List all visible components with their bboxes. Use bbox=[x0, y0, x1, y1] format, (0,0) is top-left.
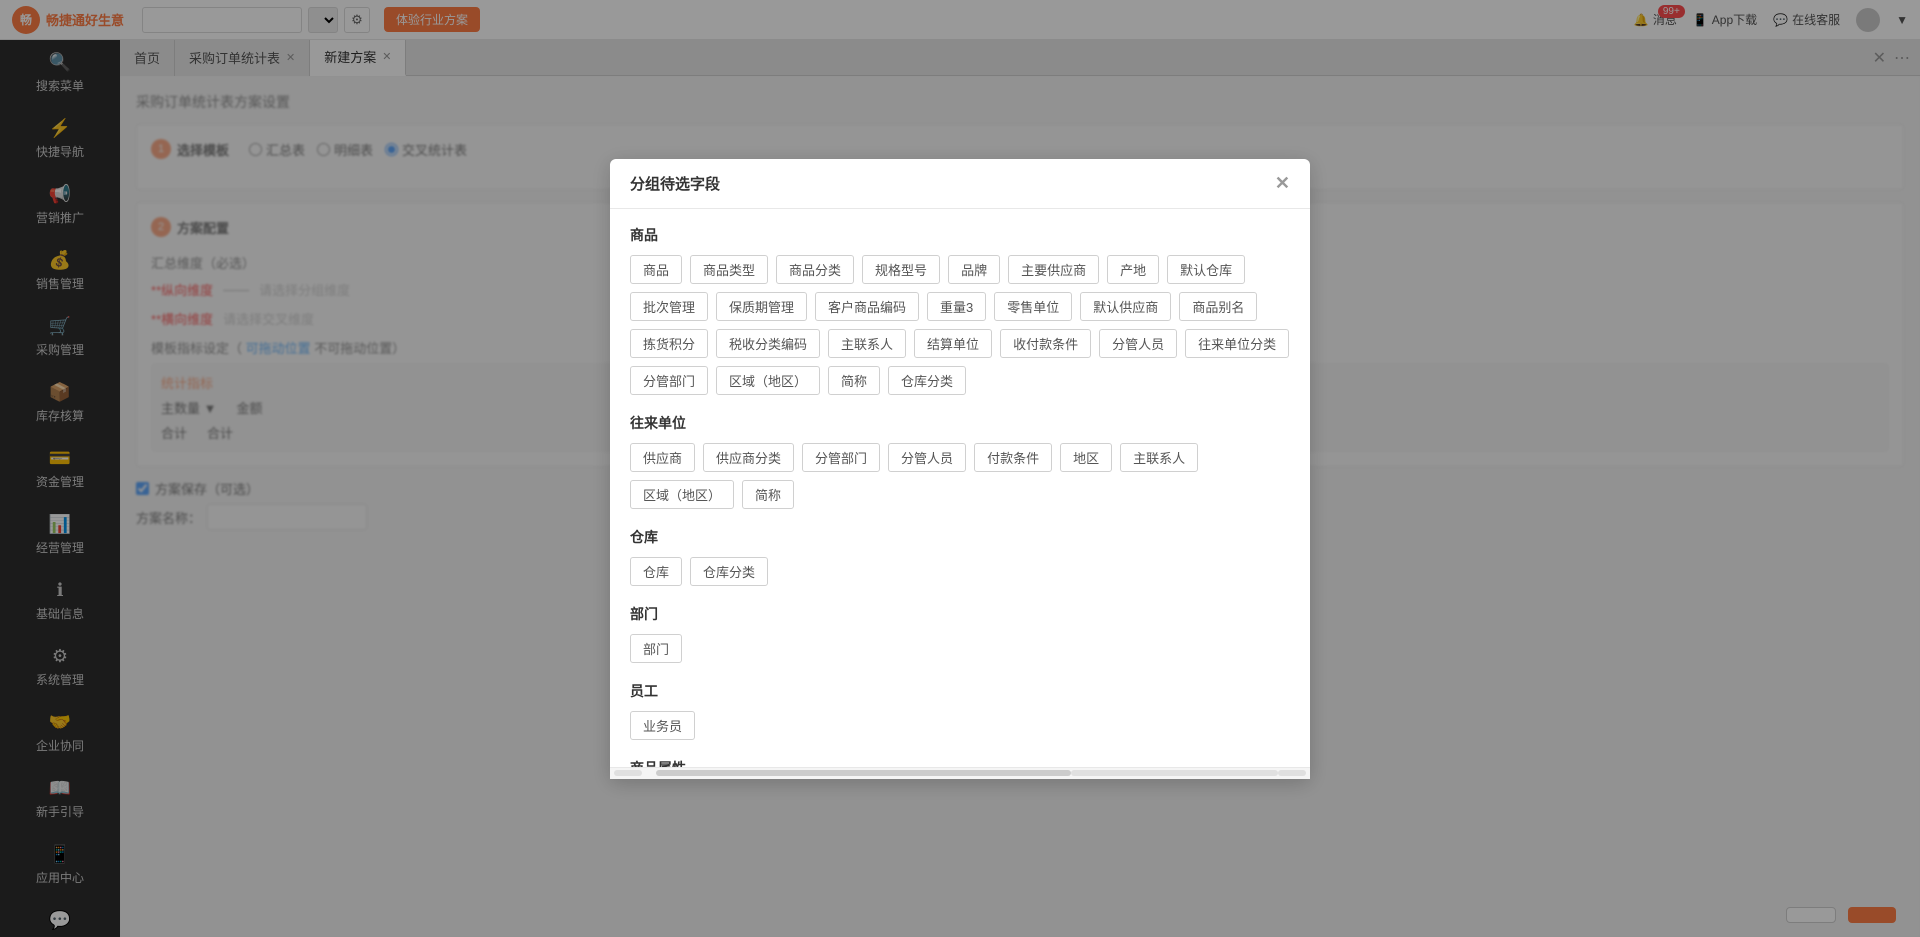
modal-overlay: 分组待选字段 ✕ 商品商品商品类型商品分类规格型号品牌主要供应商产地默认仓库批次… bbox=[0, 0, 1920, 937]
field-tag-批次管理[interactable]: 批次管理 bbox=[630, 292, 708, 321]
field-tag-简称[interactable]: 简称 bbox=[742, 480, 794, 509]
field-tag-地区[interactable]: 地区 bbox=[1060, 443, 1112, 472]
field-section-title-product-attr: 商品属性 bbox=[630, 758, 1290, 768]
field-section-product-attr: 商品属性属性颜色多规格尺码鞋码1 bbox=[630, 758, 1290, 768]
field-tag-供应商分类[interactable]: 供应商分类 bbox=[703, 443, 794, 472]
field-section-employee: 员工业务员 bbox=[630, 681, 1290, 740]
field-tags-counterpart: 供应商供应商分类分管部门分管人员付款条件地区主联系人区域（地区） 简称 bbox=[630, 443, 1290, 509]
field-section-title-employee: 员工 bbox=[630, 681, 1290, 701]
field-section-department: 部门部门 bbox=[630, 604, 1290, 663]
field-tag-规格型号[interactable]: 规格型号 bbox=[862, 255, 940, 284]
field-tag-重量3[interactable]: 重量3 bbox=[927, 292, 986, 321]
field-tag-主联系人[interactable]: 主联系人 bbox=[1120, 443, 1198, 472]
field-tag-商品类型[interactable]: 商品类型 bbox=[690, 255, 768, 284]
field-tag-分管部门[interactable]: 分管部门 bbox=[630, 366, 708, 395]
field-tag-主联系人[interactable]: 主联系人 bbox=[828, 329, 906, 358]
field-tag-默认供应商[interactable]: 默认供应商 bbox=[1080, 292, 1171, 321]
field-tag-产地[interactable]: 产地 bbox=[1107, 255, 1159, 284]
field-section-title-department: 部门 bbox=[630, 604, 1290, 624]
field-tags-employee: 业务员 bbox=[630, 711, 1290, 740]
field-section-title-goods: 商品 bbox=[630, 225, 1290, 245]
field-section-counterpart: 往来单位供应商供应商分类分管部门分管人员付款条件地区主联系人区域（地区） 简称 bbox=[630, 413, 1290, 509]
field-tag-收付款条件[interactable]: 收付款条件 bbox=[1000, 329, 1091, 358]
modal-title: 分组待选字段 bbox=[630, 173, 720, 194]
field-tag-商品别名[interactable]: 商品别名 bbox=[1179, 292, 1257, 321]
field-tag-税收分类编码[interactable]: 税收分类编码 bbox=[716, 329, 820, 358]
field-tag-简称[interactable]: 简称 bbox=[828, 366, 880, 395]
field-tag-分管人员[interactable]: 分管人员 bbox=[1099, 329, 1177, 358]
field-section-warehouse: 仓库仓库仓库分类 bbox=[630, 527, 1290, 586]
field-tag-零售单位[interactable]: 零售单位 bbox=[994, 292, 1072, 321]
modal-dialog: 分组待选字段 ✕ 商品商品商品类型商品分类规格型号品牌主要供应商产地默认仓库批次… bbox=[610, 159, 1310, 779]
field-tags-warehouse: 仓库仓库分类 bbox=[630, 557, 1290, 586]
field-tag-结算单位[interactable]: 结算单位 bbox=[914, 329, 992, 358]
field-tag-商品分类[interactable]: 商品分类 bbox=[776, 255, 854, 284]
modal-close-btn[interactable]: ✕ bbox=[1275, 174, 1290, 192]
field-tag-区域（地区）[interactable]: 区域（地区） bbox=[630, 480, 734, 509]
field-tag-拣货积分[interactable]: 拣货积分 bbox=[630, 329, 708, 358]
field-tag-区域（地区）[interactable]: 区域（地区） bbox=[716, 366, 820, 395]
field-tag-业务员[interactable]: 业务员 bbox=[630, 711, 695, 740]
field-section-title-warehouse: 仓库 bbox=[630, 527, 1290, 547]
field-tag-仓库分类[interactable]: 仓库分类 bbox=[690, 557, 768, 586]
field-section-goods: 商品商品商品类型商品分类规格型号品牌主要供应商产地默认仓库批次管理保质期管理客户… bbox=[630, 225, 1290, 395]
modal-bottom-scrollbar[interactable] bbox=[610, 767, 1310, 778]
field-tag-品牌[interactable]: 品牌 bbox=[948, 255, 1000, 284]
field-tag-分管部门[interactable]: 分管部门 bbox=[802, 443, 880, 472]
field-tag-仓库[interactable]: 仓库 bbox=[630, 557, 682, 586]
field-section-title-counterpart: 往来单位 bbox=[630, 413, 1290, 433]
field-tag-付款条件[interactable]: 付款条件 bbox=[974, 443, 1052, 472]
modal-header: 分组待选字段 ✕ bbox=[610, 159, 1310, 209]
field-tag-仓库分类[interactable]: 仓库分类 bbox=[888, 366, 966, 395]
field-tags-department: 部门 bbox=[630, 634, 1290, 663]
field-tag-分管人员[interactable]: 分管人员 bbox=[888, 443, 966, 472]
field-tags-goods: 商品商品类型商品分类规格型号品牌主要供应商产地默认仓库批次管理保质期管理客户商品… bbox=[630, 255, 1290, 395]
field-tag-供应商[interactable]: 供应商 bbox=[630, 443, 695, 472]
field-tag-客户商品编码[interactable]: 客户商品编码 bbox=[815, 292, 919, 321]
modal-body[interactable]: 商品商品商品类型商品分类规格型号品牌主要供应商产地默认仓库批次管理保质期管理客户… bbox=[610, 209, 1310, 768]
field-tag-主要供应商[interactable]: 主要供应商 bbox=[1008, 255, 1099, 284]
field-tag-往来单位分类[interactable]: 往来单位分类 bbox=[1185, 329, 1289, 358]
field-tag-默认仓库[interactable]: 默认仓库 bbox=[1167, 255, 1245, 284]
horizontal-scrollbar-thumb[interactable] bbox=[656, 770, 1071, 776]
field-tag-商品[interactable]: 商品 bbox=[630, 255, 682, 284]
field-tag-部门[interactable]: 部门 bbox=[630, 634, 682, 663]
field-tag-保质期管理[interactable]: 保质期管理 bbox=[716, 292, 807, 321]
